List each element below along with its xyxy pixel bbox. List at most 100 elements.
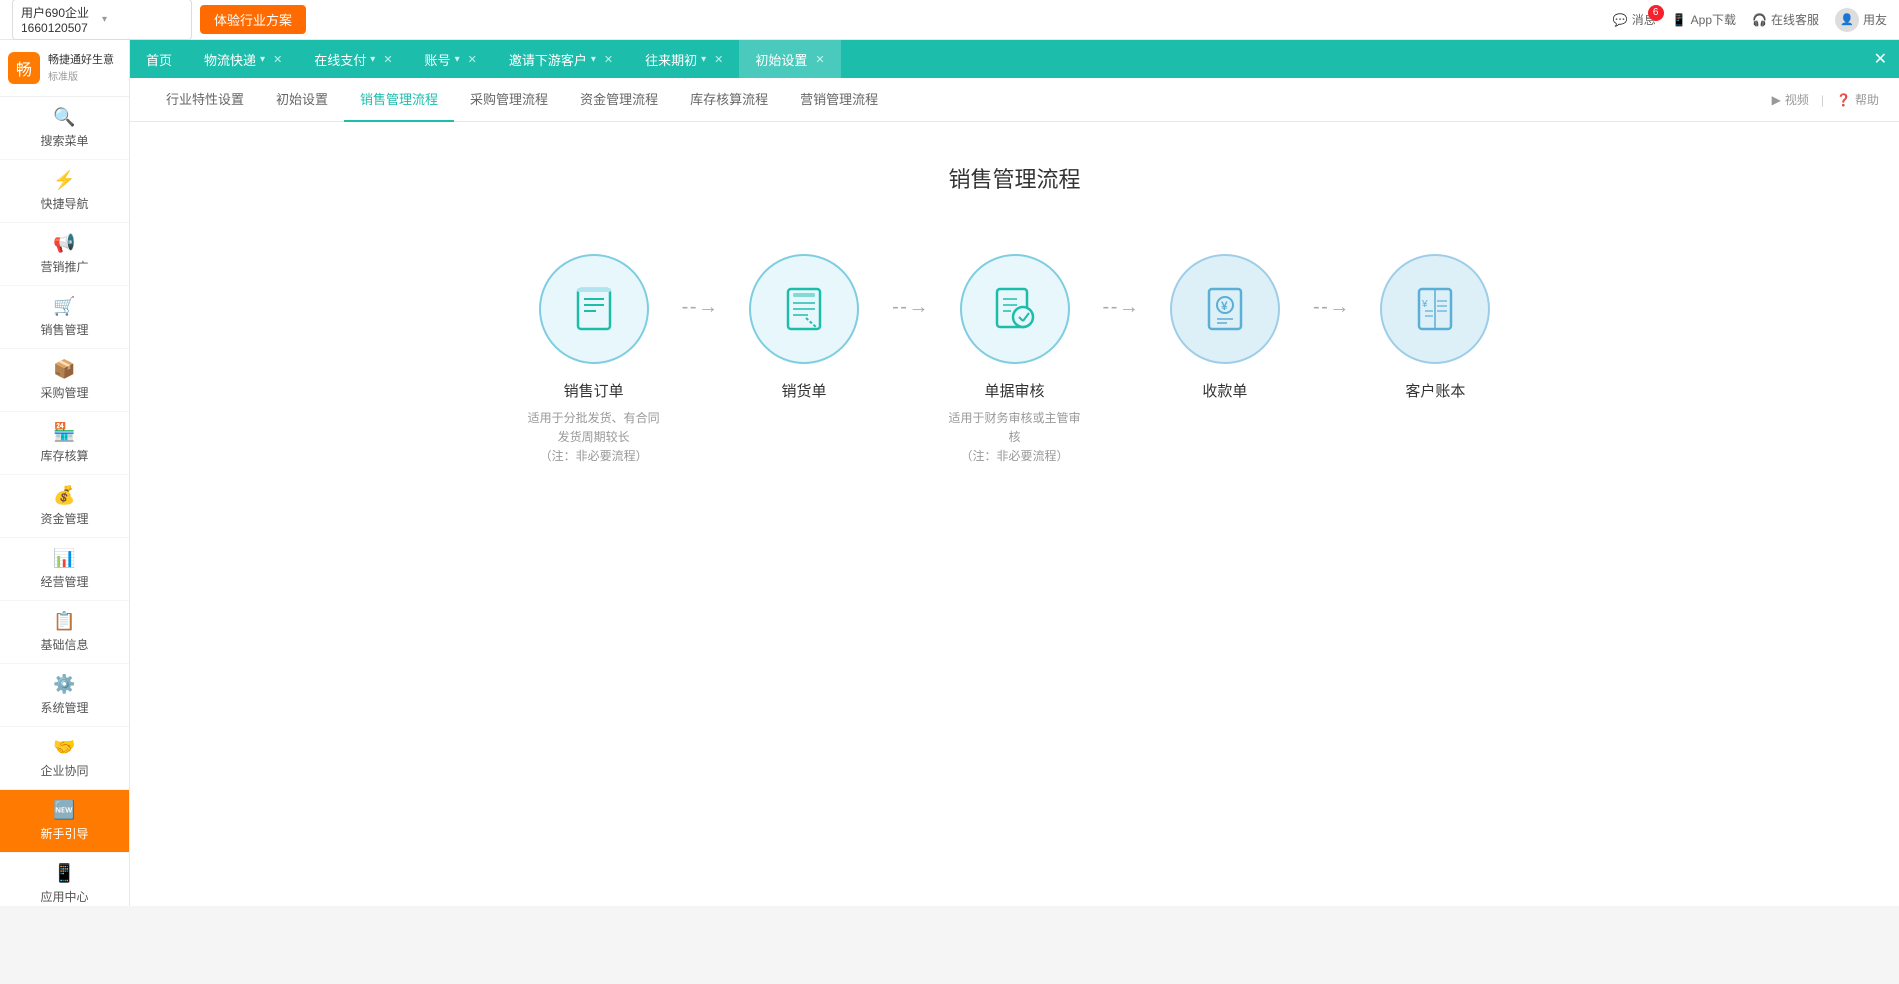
content-area: 行业特性设置 初始设置 销售管理流程 采购管理流程 资金管理流程 库存核算流程 … [130,78,1899,906]
system-icon: ⚙️ [53,674,75,695]
sidebar-item-operations[interactable]: 📊 经营管理 [0,538,129,601]
tab-payment-label: 在线支付 [314,50,366,69]
help-button[interactable]: ❓ 帮助 [1836,91,1879,108]
svg-text:¥: ¥ [1421,299,1428,310]
tab-init-settings[interactable]: 初始设置 ✕ [739,40,840,78]
sidebar-menu: 🔍 搜索菜单 ⚡ 快捷导航 📢 营销推广 🛒 销售管理 📦 采购管理 🏪 库存核… [0,97,129,906]
sidebar-label-app-center: 应用中心 [40,888,88,905]
top-bar-left: 用户690企业1660120507 ▾ 体验行业方案 [12,0,306,40]
play-icon: ▶ [1772,93,1781,107]
logo: 畅 畅捷通好生意 标准版 [0,40,129,97]
period-close-icon[interactable]: ✕ [714,53,723,66]
flow-item-sales-order: 销售订单 适用于分批发货、有合同发货周期较长（注：非必要流程） [514,254,674,467]
sub-tab-sales-flow[interactable]: 销售管理流程 [344,78,454,122]
user-arrow-icon: ▾ [102,14,183,25]
logo-title: 畅捷通好生意 [48,53,114,67]
sub-tab-purchase-flow[interactable]: 采购管理流程 [454,78,564,122]
sub-tab-industry-label: 行业特性设置 [166,89,244,108]
sub-tab-init[interactable]: 初始设置 [260,78,344,122]
tab-invite[interactable]: 邀请下游客户 ▾ ✕ [493,40,629,78]
tab-account-label: 账号 [425,50,451,69]
sidebar-item-purchase[interactable]: 📦 采购管理 [0,349,129,412]
sub-tabs: 行业特性设置 初始设置 销售管理流程 采购管理流程 资金管理流程 库存核算流程 … [130,78,1899,122]
sidebar-label-operations: 经营管理 [40,573,88,590]
logo-subtitle: 标准版 [48,68,114,83]
trial-button[interactable]: 体验行业方案 [200,5,306,34]
sidebar-item-enterprise[interactable]: 🤝 企业协同 [0,727,129,790]
tab-invite-label: 邀请下游客户 [509,50,587,69]
sidebar-item-app-center[interactable]: 📱 应用中心 [0,853,129,906]
enterprise-icon: 🤝 [53,737,75,758]
message-item[interactable]: 💬 消息 6 [1613,11,1656,28]
app-download-item[interactable]: 📱 App下载 [1672,11,1736,28]
sidebar-label-basic-info: 基础信息 [40,636,88,653]
payment-close-icon[interactable]: ✕ [383,53,392,66]
sub-tab-inventory-flow[interactable]: 库存核算流程 [674,78,784,122]
sidebar-label-enterprise: 企业协同 [40,762,88,779]
service-item[interactable]: 🎧 在线客服 [1752,11,1819,28]
tab-logistics[interactable]: 物流快递 ▾ ✕ [188,40,298,78]
guide-icon: 🆕 [53,800,75,821]
top-bar-right: 💬 消息 6 📱 App下载 🎧 在线客服 👤 用友 [1613,8,1887,32]
sub-tabs-left: 行业特性设置 初始设置 销售管理流程 采购管理流程 资金管理流程 库存核算流程 … [150,78,894,122]
tab-payment[interactable]: 在线支付 ▾ ✕ [298,40,408,78]
logo-icon: 畅 [8,52,40,84]
video-help-button[interactable]: ▶ 视频 [1772,91,1809,108]
flow-circle-ledger: ¥ [1380,254,1490,364]
flow-circle-audit [960,254,1070,364]
logo-text-block: 畅捷通好生意 标准版 [48,53,114,82]
message-badge: 6 [1648,5,1664,21]
nav-tabs: 首页 物流快递 ▾ ✕ 在线支付 ▾ ✕ 账号 ▾ ✕ 邀请下游客户 ▾ ✕ 往… [130,40,1899,78]
flow-item-receipt: ¥ 收款单 [1145,254,1305,409]
account-close-icon[interactable]: ✕ [468,53,477,66]
sidebar-item-guide[interactable]: 🆕 新手引导 [0,790,129,853]
flow-circle-invoice [749,254,859,364]
sub-tab-finance-flow[interactable]: 资金管理流程 [564,78,674,122]
sub-tab-industry[interactable]: 行业特性设置 [150,78,260,122]
invite-close-icon[interactable]: ✕ [604,53,613,66]
sidebar-item-sales[interactable]: 🛒 销售管理 [0,286,129,349]
sidebar-item-basic-info[interactable]: 📋 基础信息 [0,601,129,664]
sidebar-item-inventory[interactable]: 🏪 库存核算 [0,412,129,475]
sales-icon: 🛒 [53,296,75,317]
tab-account[interactable]: 账号 ▾ ✕ [409,40,493,78]
sidebar-label-sales: 销售管理 [40,321,88,338]
user-name: 用友 [1863,11,1887,28]
message-icon: 💬 [1613,13,1628,27]
tab-home-label: 首页 [146,50,172,69]
flow-item-ledger: ¥ 客户账本 [1355,254,1515,409]
sidebar-item-finance[interactable]: 💰 资金管理 [0,475,129,538]
sidebar-label-purchase: 采购管理 [40,384,88,401]
sub-tabs-right: ▶ 视频 | ❓ 帮助 [1772,91,1879,108]
sidebar-item-system[interactable]: ⚙️ 系统管理 [0,664,129,727]
flow-desc-sales-order: 适用于分批发货、有合同发货周期较长（注：非必要流程） [524,409,664,467]
sidebar-item-quick-nav[interactable]: ⚡ 快捷导航 [0,160,129,223]
tab-home[interactable]: 首页 [130,40,188,78]
divider: | [1821,93,1824,107]
flow-arrow-3: - - → [1103,254,1137,319]
app-icon: 📱 [1672,13,1687,27]
flow-arrow-1: - - → [682,254,716,319]
sub-tab-marketing-flow[interactable]: 营销管理流程 [784,78,894,122]
sidebar-item-marketing[interactable]: 📢 营销推广 [0,223,129,286]
account-arrow-icon: ▾ [455,54,460,65]
marketing-icon: 📢 [53,233,75,254]
tab-period[interactable]: 往来期初 ▾ ✕ [629,40,739,78]
close-all-button[interactable]: ✕ [1862,40,1899,78]
user-selector[interactable]: 用户690企业1660120507 ▾ [12,0,192,40]
flow-item-invoice: 销货单 [724,254,884,409]
sub-tab-sales-label: 销售管理流程 [360,89,438,108]
receipt-icon: ¥ [1199,283,1251,335]
page-title: 销售管理流程 [150,162,1879,194]
invoice-icon [778,283,830,335]
tab-logistics-label: 物流快递 [204,50,256,69]
sidebar-label-guide: 新手引导 [40,825,88,842]
sidebar-item-search[interactable]: 🔍 搜索菜单 [0,97,129,160]
quick-icon: ⚡ [53,170,75,191]
ledger-icon: ¥ [1409,283,1461,335]
init-close-icon[interactable]: ✕ [815,53,824,66]
main-content: 销售管理流程 销售订单 适用于分批发货、有合同发货周期较长（注：非必要流程） [130,122,1899,722]
logistics-close-icon[interactable]: ✕ [273,53,282,66]
flow-label-receipt: 收款单 [1202,380,1247,401]
user-profile-item[interactable]: 👤 用友 [1835,8,1887,32]
